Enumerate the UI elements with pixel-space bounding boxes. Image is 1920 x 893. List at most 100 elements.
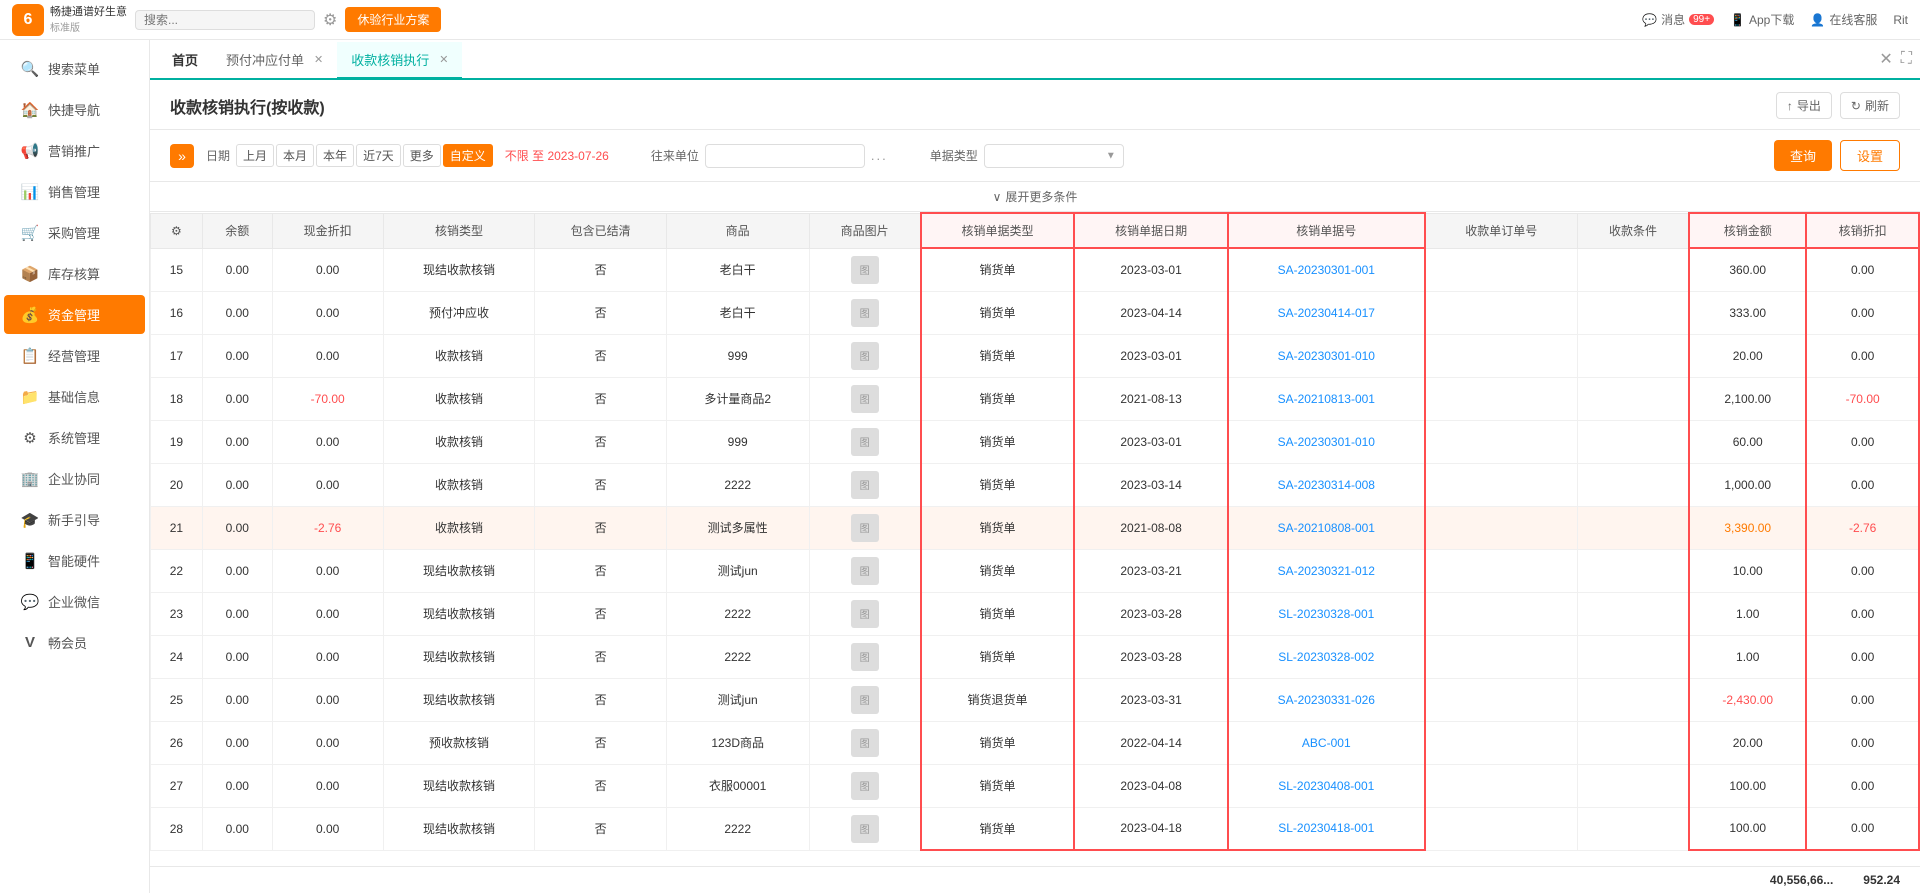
table-area: ⚙ 余额 现金折扣 核销类型 包含已结清 商品 商品图片 核销单据类型 核销单据… <box>150 212 1920 866</box>
sidebar-item-search[interactable]: 🔍 搜索菜单 <box>4 49 145 88</box>
date-btn-this-year[interactable]: 本年 <box>316 144 354 167</box>
bill-no-link[interactable]: ABC-001 <box>1302 736 1351 750</box>
bill-no-link[interactable]: SA-20210813-001 <box>1278 392 1375 406</box>
filter-date-group: 日期 上月 本月 本年 近7天 更多 自定义 <box>206 144 493 167</box>
bill-no-link[interactable]: SA-20230301-010 <box>1278 435 1375 449</box>
bill-no-link[interactable]: SL-20230328-002 <box>1278 650 1374 664</box>
sidebar-item-sales[interactable]: 📊 销售管理 <box>4 172 145 211</box>
settings-filter-btn[interactable]: 设置 <box>1840 140 1900 171</box>
cell-balance: 0.00 <box>202 635 272 678</box>
sidebar-item-basic[interactable]: 📁 基础信息 <box>4 377 145 416</box>
cell-included-settled: 否 <box>535 721 666 764</box>
export-btn[interactable]: ↑ 导出 <box>1776 92 1832 119</box>
tab-home[interactable]: 首页 <box>158 42 212 79</box>
cell-writeoff-bill-no[interactable]: SA-20230314-008 <box>1228 463 1425 506</box>
cell-writeoff-bill-no[interactable]: SL-20230328-001 <box>1228 592 1425 635</box>
col-included-settled: 包含已结清 <box>535 213 666 248</box>
cell-writeoff-bill-no[interactable]: SA-20210808-001 <box>1228 506 1425 549</box>
sidebar-item-wechat[interactable]: 💬 企业微信 <box>4 582 145 621</box>
cell-balance: 0.00 <box>202 463 272 506</box>
sidebar-item-system[interactable]: ⚙ 系统管理 <box>4 418 145 457</box>
bill-no-link[interactable]: SA-20230414-017 <box>1278 306 1375 320</box>
tab-expand-btn[interactable]: ⛶ <box>1901 49 1912 69</box>
filter-unit-input[interactable] <box>705 144 865 168</box>
filter-expand-btn[interactable]: » <box>170 144 194 168</box>
industry-btn[interactable]: 休验行业方案 <box>345 7 441 32</box>
gear-icon[interactable]: ⚙ <box>323 10 337 30</box>
cell-row-num: 17 <box>151 334 203 377</box>
cell-row-num: 21 <box>151 506 203 549</box>
cell-row-num: 15 <box>151 248 203 291</box>
date-btn-more[interactable]: 更多 <box>403 144 441 167</box>
bill-no-link[interactable]: SL-20230328-001 <box>1278 607 1374 621</box>
date-btn-7days[interactable]: 近7天 <box>356 144 401 167</box>
cell-writeoff-discount: -70.00 <box>1806 377 1919 420</box>
logo-area: 6 畅捷通谱好生意 标准版 <box>12 4 127 36</box>
bill-no-link[interactable]: SA-20210808-001 <box>1278 521 1375 535</box>
cell-writeoff-bill-no[interactable]: SA-20230301-010 <box>1228 334 1425 377</box>
bill-no-link[interactable]: SA-20230301-010 <box>1278 349 1375 363</box>
cell-writeoff-bill-no[interactable]: SA-20230414-017 <box>1228 291 1425 334</box>
tab-prepay-close[interactable]: ✕ <box>314 53 323 66</box>
filter-type-select[interactable] <box>984 144 1124 168</box>
sidebar-item-corp[interactable]: 🏢 企业协同 <box>4 459 145 498</box>
sidebar-item-newbie[interactable]: 🎓 新手引导 <box>4 500 145 539</box>
bill-no-link[interactable]: SA-20230321-012 <box>1278 564 1375 578</box>
date-btn-last-month[interactable]: 上月 <box>236 144 274 167</box>
cell-cash-discount: 0.00 <box>272 334 383 377</box>
message-btn[interactable]: 💬 消息 99+ <box>1642 11 1714 28</box>
cell-writeoff-bill-no[interactable]: SA-20230331-026 <box>1228 678 1425 721</box>
sidebar-item-ops[interactable]: 📋 经营管理 <box>4 336 145 375</box>
cell-writeoff-discount: 0.00 <box>1806 463 1919 506</box>
tab-collection[interactable]: 收款核销执行 ✕ <box>337 42 462 79</box>
date-btn-custom[interactable]: 自定义 <box>443 144 493 167</box>
sidebar-item-inventory[interactable]: 📦 库存核算 <box>4 254 145 293</box>
cell-writeoff-bill-date: 2021-08-13 <box>1074 377 1228 420</box>
cell-receipt-order-no <box>1425 420 1578 463</box>
expand-more-btn[interactable]: ∨ 展开更多条件 <box>985 186 1086 207</box>
date-btn-this-month[interactable]: 本月 <box>276 144 314 167</box>
bill-no-link[interactable]: SL-20230408-001 <box>1278 779 1374 793</box>
cell-goods-img: 图 <box>809 807 921 850</box>
tab-collection-close[interactable]: ✕ <box>439 53 448 66</box>
cell-writeoff-bill-no[interactable]: SL-20230408-001 <box>1228 764 1425 807</box>
user-name[interactable]: Rit <box>1893 13 1908 27</box>
sidebar-label-newbie: 新手引导 <box>48 510 100 529</box>
table-container[interactable]: ⚙ 余额 现金折扣 核销类型 包含已结清 商品 商品图片 核销单据类型 核销单据… <box>150 212 1920 866</box>
col-receipt-condition: 收款条件 <box>1577 213 1689 248</box>
search-input[interactable] <box>135 10 315 30</box>
filter-type-select-wrapper: ▼ <box>984 144 1124 168</box>
cell-writeoff-bill-type: 销货退货单 <box>921 678 1075 721</box>
sidebar-item-purchase[interactable]: 🛒 采购管理 <box>4 213 145 252</box>
cell-writeoff-bill-no[interactable]: SL-20230328-002 <box>1228 635 1425 678</box>
cell-writeoff-bill-no[interactable]: SA-20210813-001 <box>1228 377 1425 420</box>
tab-prepay[interactable]: 预付冲应付单 ✕ <box>212 42 337 79</box>
query-btn[interactable]: 查询 <box>1774 140 1832 171</box>
tab-close-btn[interactable]: ✕ <box>1879 49 1892 69</box>
cell-writeoff-amount: 20.00 <box>1689 334 1806 377</box>
sidebar-item-marketing[interactable]: 📢 营销推广 <box>4 131 145 170</box>
online-service-btn[interactable]: 👤 在线客服 <box>1810 11 1877 28</box>
col-gear[interactable]: ⚙ <box>151 213 203 248</box>
bill-no-link[interactable]: SA-20230314-008 <box>1278 478 1375 492</box>
sidebar-label-ops: 经营管理 <box>48 346 100 365</box>
sidebar-item-smarthw[interactable]: 📱 智能硬件 <box>4 541 145 580</box>
cell-goods: 衣服00001 <box>666 764 809 807</box>
cell-writeoff-bill-no[interactable]: SA-20230321-012 <box>1228 549 1425 592</box>
cell-balance: 0.00 <box>202 678 272 721</box>
bill-no-link[interactable]: SA-20230331-026 <box>1278 693 1375 707</box>
bill-no-link[interactable]: SL-20230418-001 <box>1278 821 1374 835</box>
sidebar-item-quicknav[interactable]: 🏠 快捷导航 <box>4 90 145 129</box>
cell-balance: 0.00 <box>202 420 272 463</box>
table-row: 25 0.00 0.00 现结收款核销 否 测试jun 图 销货退货单 2023… <box>151 678 1920 721</box>
message-badge: 99+ <box>1689 14 1714 25</box>
cell-writeoff-bill-no[interactable]: ABC-001 <box>1228 721 1425 764</box>
cell-writeoff-bill-no[interactable]: SA-20230301-010 <box>1228 420 1425 463</box>
app-download-btn[interactable]: 📱 App下载 <box>1730 11 1794 28</box>
sidebar-item-vip[interactable]: V 畅会员 <box>4 623 145 662</box>
cell-writeoff-bill-no[interactable]: SL-20230418-001 <box>1228 807 1425 850</box>
bill-no-link[interactable]: SA-20230301-001 <box>1278 263 1375 277</box>
cell-writeoff-bill-no[interactable]: SA-20230301-001 <box>1228 248 1425 291</box>
refresh-btn[interactable]: ↻ 刷新 <box>1840 92 1900 119</box>
sidebar-item-finance[interactable]: 💰 资金管理 <box>4 295 145 334</box>
